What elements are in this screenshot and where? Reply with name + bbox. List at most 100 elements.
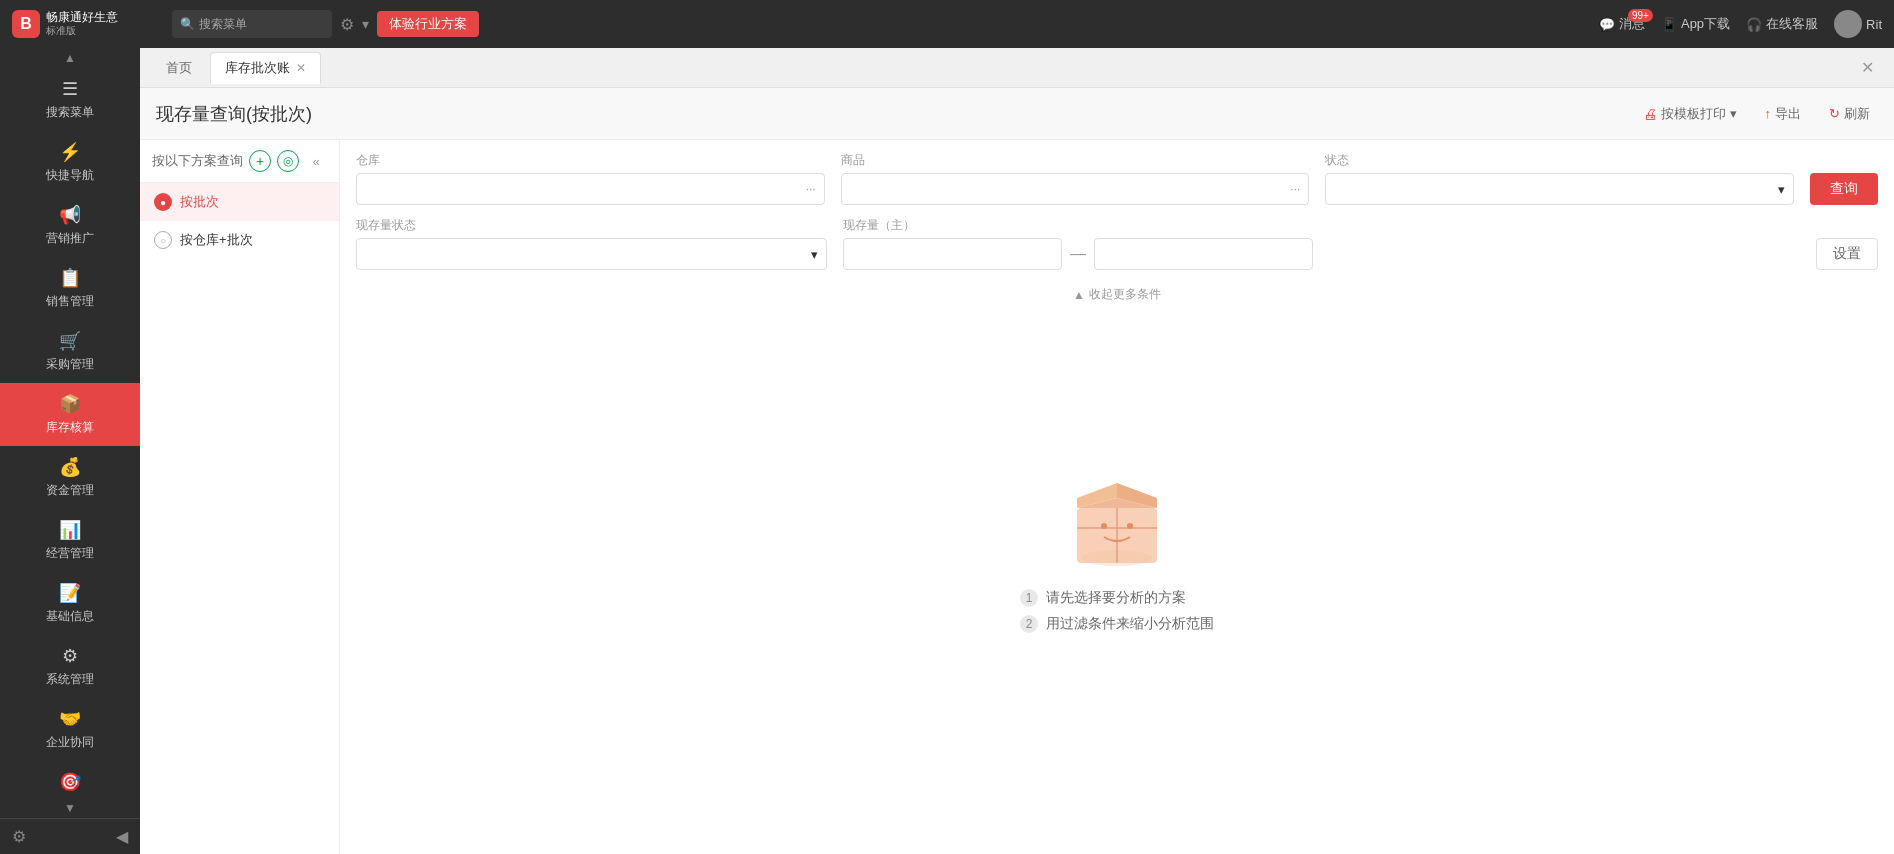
product-input[interactable]: ··· (841, 173, 1310, 205)
stock-status-label: 现存量状态 (356, 217, 827, 234)
query-button[interactable]: 查询 (1810, 173, 1878, 205)
sidebar-item-system[interactable]: ⚙ 系统管理 (0, 635, 140, 698)
sidebar-item-finance[interactable]: 💰 资金管理 (0, 446, 140, 509)
print-template-button[interactable]: 🖨 按模板打印 ▾ (1635, 101, 1745, 127)
filter-row-1: 仓库 ··· 商品 ··· (356, 152, 1878, 205)
dropdown-icon[interactable]: ▾ (362, 16, 369, 32)
phone-icon: 📱 (1661, 17, 1677, 32)
quick-nav-icon: ⚡ (59, 141, 81, 163)
sidebar-scroll-up[interactable]: ▲ (0, 48, 140, 68)
stock-qty-range: — (843, 238, 1314, 270)
main-layout: ▲ ☰ 搜索菜单 ⚡ 快捷导航 📢 营销推广 📋 销售管理 🛒 采购管理 (0, 48, 1894, 854)
company-name: 畅康通好生意 (46, 10, 118, 24)
sidebar-scroll: ☰ 搜索菜单 ⚡ 快捷导航 📢 营销推广 📋 销售管理 🛒 采购管理 📦 库 (0, 68, 140, 798)
filter-area: 仓库 ··· 商品 ··· (356, 152, 1878, 303)
warehouse-more-icon[interactable]: ··· (806, 182, 816, 196)
filter-product: 商品 ··· (841, 152, 1310, 205)
operations-icon: 📊 (59, 519, 81, 541)
sidebar-item-newcomer[interactable]: 🎯 新手引导 (0, 761, 140, 798)
sidebar: ▲ ☰ 搜索菜单 ⚡ 快捷导航 📢 营销推广 📋 销售管理 🛒 采购管理 (0, 48, 140, 854)
search-menu-icon: ☰ (62, 78, 78, 100)
sidebar-item-enterprise[interactable]: 🤝 企业协同 (0, 698, 140, 761)
sidebar-collapse-icon[interactable]: ◀ (116, 827, 128, 846)
stock-qty-min[interactable] (843, 238, 1062, 270)
tab-inventory-batch-label: 库存批次账 (225, 59, 290, 77)
tab-inventory-batch[interactable]: 库存批次账 ✕ (210, 52, 321, 84)
sidebar-label-search: 搜索菜单 (46, 104, 94, 121)
warehouse-label: 仓库 (356, 152, 825, 169)
add-scheme-button[interactable]: + (249, 150, 271, 172)
left-panel-actions: + ◎ « (249, 150, 327, 172)
refresh-button[interactable]: ↻ 刷新 (1821, 101, 1878, 127)
print-dropdown-icon: ▾ (1730, 106, 1737, 121)
app-download-item[interactable]: 📱 App下载 (1661, 15, 1730, 33)
header-search-bar[interactable]: 🔍 搜索菜单 (172, 10, 332, 38)
collapse-up-icon: ▲ (1073, 288, 1085, 302)
message-icon: 💬 (1599, 17, 1615, 32)
status-select[interactable]: ▾ (1325, 173, 1794, 205)
empty-illustration (1057, 453, 1177, 573)
settings-icon[interactable]: ⚙ (340, 15, 354, 34)
product-label: 商品 (841, 152, 1310, 169)
user-avatar (1834, 10, 1862, 38)
experience-button[interactable]: 体验行业方案 (377, 11, 479, 37)
sidebar-label-purchase: 采购管理 (46, 356, 94, 373)
sidebar-item-sales[interactable]: 📋 销售管理 (0, 257, 140, 320)
filter-stock-status: 现存量状态 ▾ (356, 217, 827, 270)
tip-2-text: 用过滤条件来缩小分析范围 (1046, 615, 1214, 633)
warehouse-input[interactable]: ··· (356, 173, 825, 205)
sidebar-label-system: 系统管理 (46, 671, 94, 688)
sidebar-item-marketing[interactable]: 📢 营销推广 (0, 194, 140, 257)
user-name: Rit (1866, 17, 1882, 32)
panel-collapse-button[interactable]: « (305, 150, 327, 172)
page-body: 按以下方案查询 + ◎ « ● 按批次 ○ 按仓库+批次 (140, 140, 1894, 854)
content-area: 首页 库存批次账 ✕ ✕ 现存量查询(按批次) 🖨 按模板打印 ▾ (140, 48, 1894, 854)
sidebar-label-sales: 销售管理 (46, 293, 94, 310)
sidebar-label-inventory: 库存核算 (46, 419, 94, 436)
active-scheme-icon: ● (154, 193, 172, 211)
product-more-icon[interactable]: ··· (1290, 182, 1300, 196)
search-icon: 🔍 (180, 17, 195, 31)
tab-home[interactable]: 首页 (152, 52, 206, 84)
export-button[interactable]: ↑ 导出 (1757, 101, 1810, 127)
stock-status-select[interactable]: ▾ (356, 238, 827, 270)
user-item[interactable]: Rit (1834, 10, 1882, 38)
sidebar-label-quick-nav: 快捷导航 (46, 167, 94, 184)
collapse-label: 收起更多条件 (1089, 286, 1161, 303)
app-version: 标准版 (46, 24, 118, 38)
filter-collapse-btn[interactable]: ▲ 收起更多条件 (356, 286, 1878, 303)
left-panel: 按以下方案查询 + ◎ « ● 按批次 ○ 按仓库+批次 (140, 140, 340, 854)
scheme-item-by-warehouse-batch[interactable]: ○ 按仓库+批次 (140, 221, 339, 259)
sidebar-item-search[interactable]: ☰ 搜索菜单 (0, 68, 140, 131)
page-title: 现存量查询(按批次) (156, 102, 312, 126)
settings-button[interactable]: 设置 (1816, 238, 1878, 270)
sidebar-label-enterprise: 企业协同 (46, 734, 94, 751)
sidebar-item-quick-nav[interactable]: ⚡ 快捷导航 (0, 131, 140, 194)
scheme-settings-button[interactable]: ◎ (277, 150, 299, 172)
search-text: 搜索菜单 (199, 16, 247, 33)
sidebar-item-inventory[interactable]: 📦 库存核算 (0, 383, 140, 446)
sidebar-settings-icon[interactable]: ⚙ (12, 827, 26, 846)
page-actions: 🖨 按模板打印 ▾ ↑ 导出 ↻ 刷新 (1635, 101, 1879, 127)
header-center: 🔍 搜索菜单 ⚙ ▾ 体验行业方案 (152, 10, 1599, 38)
sidebar-item-purchase[interactable]: 🛒 采购管理 (0, 320, 140, 383)
stock-qty-max[interactable] (1094, 238, 1313, 270)
scheme-label-by-warehouse-batch: 按仓库+批次 (180, 231, 253, 249)
sidebar-item-operations[interactable]: 📊 经营管理 (0, 509, 140, 572)
export-icon: ↑ (1765, 106, 1772, 121)
top-header: B 畅康通好生意 标准版 🔍 搜索菜单 ⚙ ▾ 体验行业方案 💬 消息 99+ … (0, 0, 1894, 48)
online-service-item[interactable]: 🎧 在线客服 (1746, 15, 1818, 33)
filter-warehouse: 仓库 ··· (356, 152, 825, 205)
sidebar-scroll-down[interactable]: ▼ (0, 798, 140, 818)
messages-item[interactable]: 💬 消息 99+ (1599, 15, 1645, 33)
sidebar-item-basic[interactable]: 📝 基础信息 (0, 572, 140, 635)
export-label: 导出 (1775, 105, 1801, 123)
empty-state: 1 请先选择要分析的方案 2 用过滤条件来缩小分析范围 (356, 303, 1878, 842)
service-icon: 🎧 (1746, 17, 1762, 32)
scheme-item-by-batch[interactable]: ● 按批次 (140, 183, 339, 221)
tab-home-label: 首页 (166, 59, 192, 77)
header-right: 💬 消息 99+ 📱 App下载 🎧 在线客服 Rit (1599, 10, 1882, 38)
tab-close-icon[interactable]: ✕ (296, 61, 306, 75)
right-panel: 仓库 ··· 商品 ··· (340, 140, 1894, 854)
panel-close-button[interactable]: ✕ (1853, 58, 1882, 77)
